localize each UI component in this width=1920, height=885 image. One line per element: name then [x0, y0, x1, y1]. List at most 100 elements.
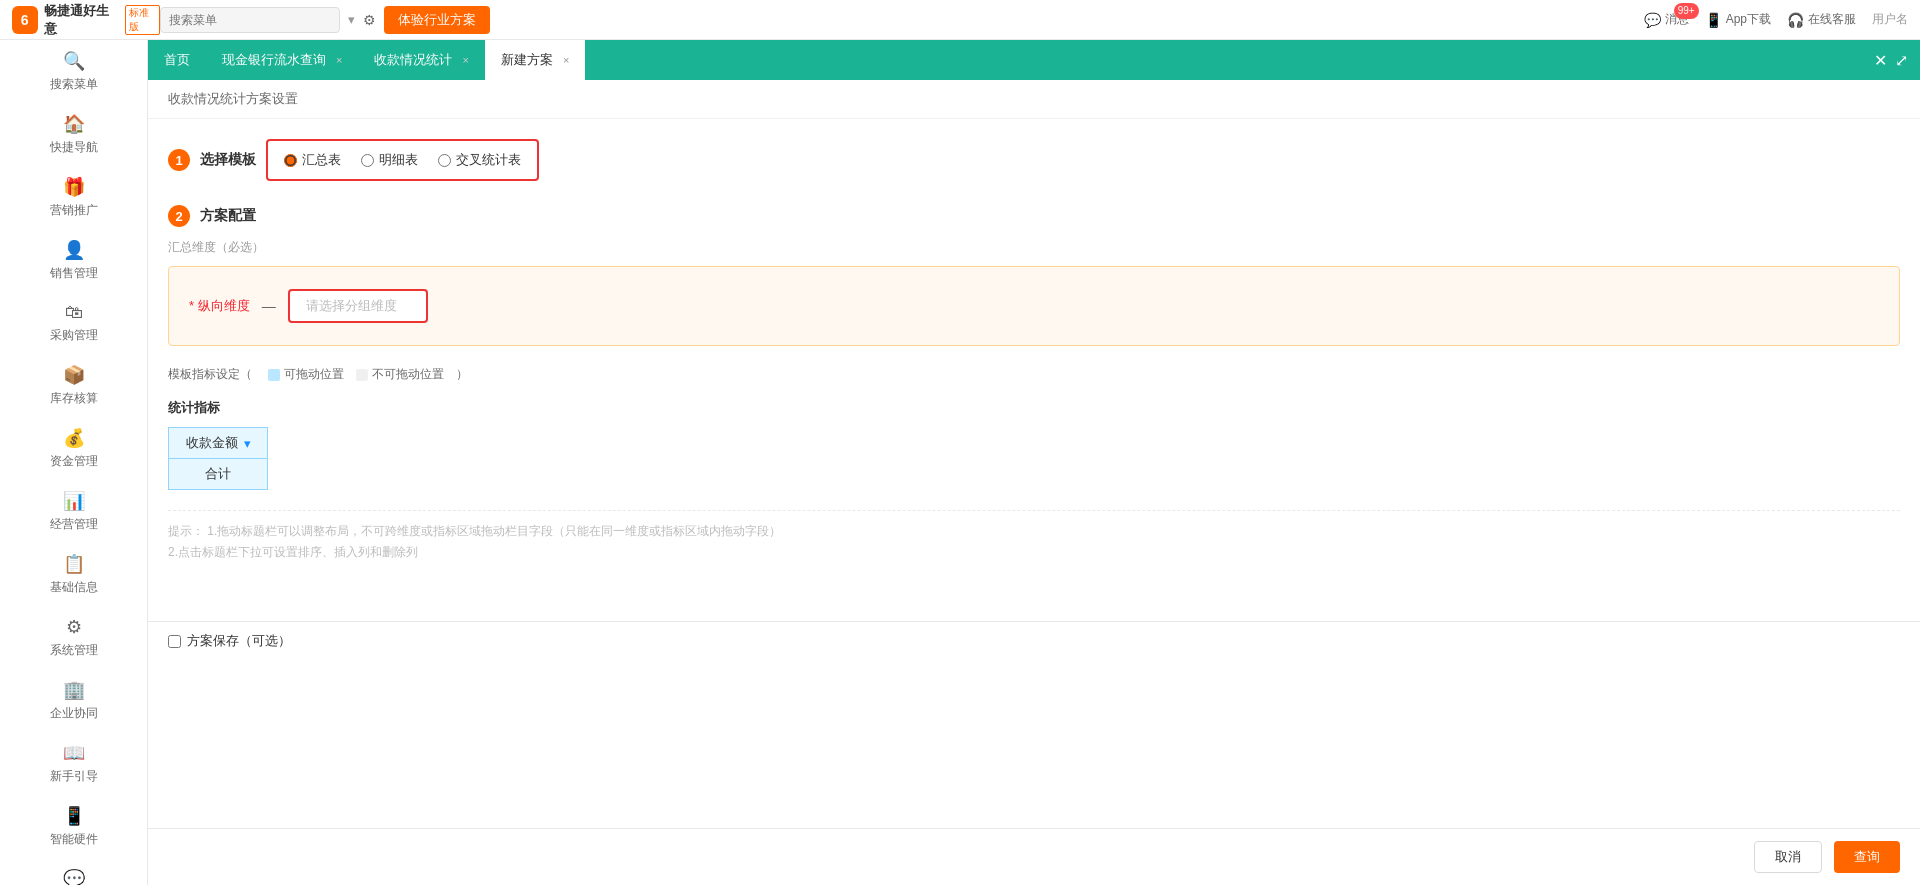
- message-icon: 💬: [1644, 12, 1661, 28]
- enterprise-icon: 🏢: [63, 679, 85, 701]
- radio-cross[interactable]: 交叉统计表: [438, 151, 521, 169]
- sidebar-item-guide[interactable]: 📖 新手引导: [0, 732, 147, 795]
- tip-line-0: 提示： 1.拖动标题栏可以调整布局，不可跨维度或指标区域拖动栏目字段（只能在同一…: [168, 523, 1900, 540]
- step1-num: 1: [168, 149, 190, 171]
- legend-item-blue: 可拖动位置: [268, 366, 344, 383]
- radio-detail[interactable]: 明细表: [361, 151, 418, 169]
- sidebar-label-inventory: 库存核算: [50, 390, 98, 407]
- metrics-section: 模板指标设定（ 可拖动位置 不可拖动位置: [168, 366, 1900, 490]
- metrics-col-0: 收款金额 ▾ 合计: [168, 427, 268, 490]
- sidebar-label-sales: 销售管理: [50, 265, 98, 282]
- arrow-icon: —: [262, 298, 276, 314]
- radio-detail-input[interactable]: [361, 154, 374, 167]
- metrics-label-end: ）: [456, 366, 468, 383]
- sidebar-label-system: 系统管理: [50, 642, 98, 659]
- service-button[interactable]: 🎧 在线客服: [1787, 11, 1856, 28]
- tab-receipt-label: 收款情况统计: [374, 51, 452, 69]
- query-button[interactable]: 查询: [1834, 841, 1900, 873]
- save-option[interactable]: 方案保存（可选）: [168, 632, 291, 650]
- industry-button[interactable]: 体验行业方案: [384, 6, 490, 34]
- purchase-icon: 🛍: [65, 302, 83, 323]
- metrics-category: 统计指标 收款金额 ▾ 合计: [168, 393, 268, 490]
- sidebar-item-enterprise[interactable]: 🏢 企业协同: [0, 669, 147, 732]
- tab-newplan-label: 新建方案: [501, 51, 553, 69]
- sidebar-item-basic[interactable]: 📋 基础信息: [0, 543, 147, 606]
- tab-newplan-close[interactable]: ×: [563, 54, 569, 66]
- tab-close-icon[interactable]: ✕: [1874, 51, 1887, 70]
- metrics-col-header-text-0: 收款金额: [186, 434, 238, 452]
- sidebar-item-search[interactable]: 🔍 搜索菜单: [0, 40, 147, 103]
- user-name[interactable]: 用户名: [1872, 11, 1908, 28]
- metrics-config-label: 模板指标设定（: [168, 366, 252, 383]
- download-icon: 📱: [1705, 12, 1722, 28]
- dropdown-icon[interactable]: ▾: [348, 12, 355, 27]
- sidebar-item-purchase[interactable]: 🛍 采购管理: [0, 292, 147, 354]
- dimension-row-label: * 纵向维度: [189, 297, 250, 315]
- service-icon: 🎧: [1787, 12, 1804, 28]
- metrics-table-area: 统计指标 收款金额 ▾ 合计: [168, 393, 1900, 490]
- save-label: 方案保存（可选）: [187, 632, 291, 650]
- tab-controls: ✕ ⤢: [1862, 51, 1920, 70]
- tab-cashflow[interactable]: 现金银行流水查询 ×: [206, 40, 358, 80]
- sidebar-item-inventory[interactable]: 📦 库存核算: [0, 354, 147, 417]
- step2-section: 2 方案配置 汇总维度（必选） * 纵向维度 —: [168, 205, 1900, 577]
- sidebar-item-finance[interactable]: 💰 资金管理: [0, 417, 147, 480]
- basic-icon: 📋: [63, 553, 85, 575]
- tab-newplan[interactable]: 新建方案 ×: [485, 40, 585, 80]
- top-header: 6 畅捷通好生意 标准版 ▾ ⚙ 体验行业方案 💬 消息 99+ 📱 App下载…: [0, 0, 1920, 40]
- tab-home[interactable]: 首页: [148, 40, 206, 80]
- sidebar-item-sales[interactable]: 👤 销售管理: [0, 229, 147, 292]
- version-tag: 标准版: [125, 5, 160, 35]
- tab-receipt[interactable]: 收款情况统计 ×: [358, 40, 484, 80]
- gift-icon: 🎁: [63, 176, 85, 198]
- sales-icon: 👤: [63, 239, 85, 261]
- breadcrumb: 收款情况统计方案设置: [148, 80, 1920, 119]
- step1-title: 选择模板: [200, 151, 256, 169]
- guide-icon: 📖: [63, 742, 85, 764]
- dimension-select-box[interactable]: 请选择分组维度: [288, 289, 428, 323]
- radio-summary-input[interactable]: [284, 154, 297, 167]
- dimension-section: 汇总维度（必选） * 纵向维度 — 请选择分组维度: [168, 239, 1900, 346]
- logo-text: 畅捷通好生意: [44, 2, 115, 38]
- metrics-col-header-0[interactable]: 收款金额 ▾: [168, 427, 268, 459]
- header-right: 💬 消息 99+ 📱 App下载 🎧 在线客服 用户名: [1644, 11, 1908, 28]
- step1-header: 1 选择模板 汇总表 明细表: [168, 139, 1900, 181]
- tab-cashflow-close[interactable]: ×: [336, 54, 342, 66]
- sidebar: 🔍 搜索菜单 🏠 快捷导航 🎁 营销推广 👤 销售管理 🛍 采购管理 📦 库存核…: [0, 40, 148, 885]
- wechat-icon: 💬: [63, 868, 85, 885]
- tab-receipt-close[interactable]: ×: [462, 54, 468, 66]
- sidebar-item-nav[interactable]: 🏠 快捷导航: [0, 103, 147, 166]
- sidebar-item-system[interactable]: ⚙ 系统管理: [0, 606, 147, 669]
- tab-maximize-icon[interactable]: ⤢: [1895, 51, 1908, 70]
- radio-cross-input[interactable]: [438, 154, 451, 167]
- download-button[interactable]: 📱 App下载: [1705, 11, 1771, 28]
- metrics-header: 模板指标设定（ 可拖动位置 不可拖动位置: [168, 366, 1900, 383]
- sidebar-item-marketing[interactable]: 🎁 营销推广: [0, 166, 147, 229]
- step1-section: 1 选择模板 汇总表 明细表: [168, 139, 1900, 181]
- sidebar-label-search: 搜索菜单: [50, 76, 98, 93]
- metrics-category-label: 统计指标: [168, 393, 268, 423]
- content-area: 首页 现金银行流水查询 × 收款情况统计 × 新建方案 × ✕ ⤢: [148, 40, 1920, 885]
- sidebar-label-guide: 新手引导: [50, 768, 98, 785]
- sidebar-label-nav: 快捷导航: [50, 139, 98, 156]
- metrics-col-cell-0-0: 合计: [168, 459, 268, 490]
- tab-home-label: 首页: [164, 51, 190, 69]
- sidebar-item-hardware[interactable]: 📱 智能硬件: [0, 795, 147, 858]
- message-button[interactable]: 💬 消息 99+: [1644, 11, 1689, 28]
- radio-summary[interactable]: 汇总表: [284, 151, 341, 169]
- logo-area: 6 畅捷通好生意 标准版: [12, 2, 160, 38]
- sidebar-label-hardware: 智能硬件: [50, 831, 98, 848]
- metrics-col-dropdown-0[interactable]: ▾: [244, 436, 251, 451]
- dimension-label-text: 汇总维度（必选）: [168, 240, 264, 254]
- gear-icon[interactable]: ⚙: [363, 12, 376, 28]
- sidebar-item-wechat[interactable]: 💬 企业微信: [0, 858, 147, 885]
- form-content: 1 选择模板 汇总表 明细表: [148, 119, 1920, 621]
- dimension-placeholder: 请选择分组维度: [306, 298, 397, 313]
- search-icon: 🔍: [63, 50, 85, 72]
- legend-item-gray: 不可拖动位置: [356, 366, 444, 383]
- sidebar-label-finance: 资金管理: [50, 453, 98, 470]
- sidebar-item-operation[interactable]: 📊 经营管理: [0, 480, 147, 543]
- search-input[interactable]: [160, 7, 340, 33]
- save-checkbox[interactable]: [168, 635, 181, 648]
- cancel-button[interactable]: 取消: [1754, 841, 1822, 873]
